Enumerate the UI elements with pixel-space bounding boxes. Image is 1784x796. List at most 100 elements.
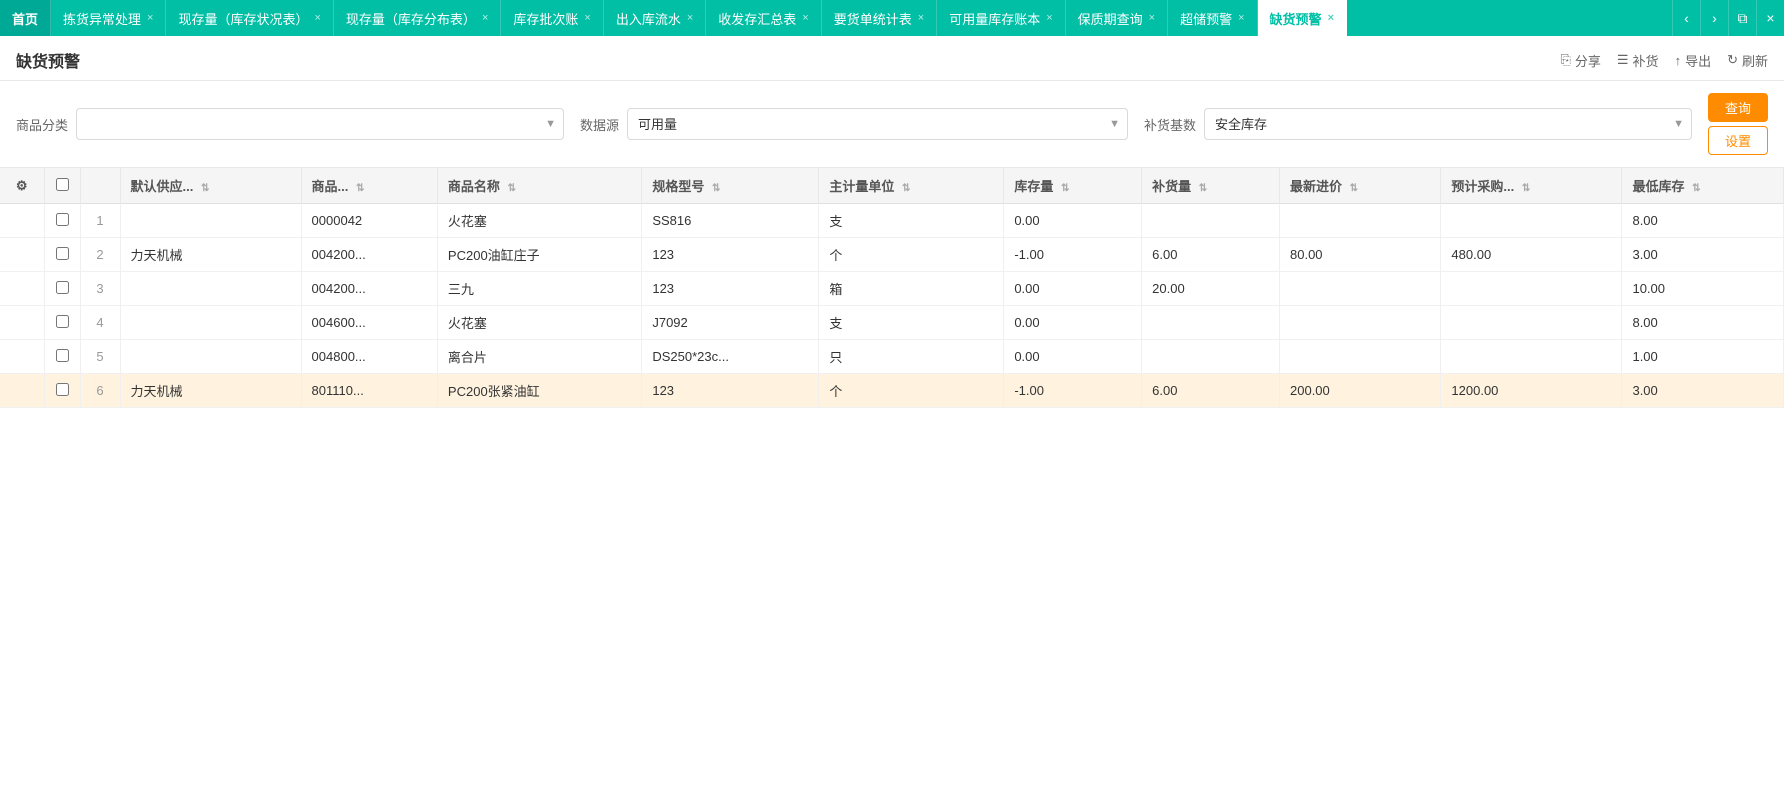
nav-arrow-right[interactable]: › <box>1700 0 1728 36</box>
row-unit-1: 个 <box>819 238 1004 272</box>
table-body: 1 0000042 火花塞 SS816 支 0.00 8.00 2 力天机械 0… <box>0 204 1784 408</box>
close-tab-5-icon[interactable]: × <box>687 12 693 24</box>
close-tab-8-icon[interactable]: × <box>1046 12 1052 24</box>
row-gear-4 <box>0 340 44 374</box>
th-unit[interactable]: 主计量单位 ⇅ <box>819 168 1004 204</box>
close-tab-2-icon[interactable]: × <box>314 12 320 24</box>
th-spec[interactable]: 规格型号 ⇅ <box>642 168 819 204</box>
nav-tab-2[interactable]: 现存量（库存状况表） × <box>166 0 333 36</box>
row-num-1: 2 <box>80 238 120 272</box>
page-title: 缺货预警 <box>16 48 1560 72</box>
replenish-base-filter: 补货基数 安全库存 ▼ <box>1144 108 1692 140</box>
sort-icon-supplier: ⇅ <box>201 183 209 194</box>
row-stock-4: 0.00 <box>1004 340 1142 374</box>
sort-icon-code: ⇅ <box>356 183 364 194</box>
row-checkbox-1[interactable] <box>56 247 69 260</box>
th-stock[interactable]: 库存量 ⇅ <box>1004 168 1142 204</box>
nav-tab-home[interactable]: 首页 <box>0 0 51 36</box>
nav-tab-5[interactable]: 出入库流水 × <box>604 0 706 36</box>
row-min-5: 3.00 <box>1622 374 1784 408</box>
nav-restore-btn[interactable]: ⧉ <box>1728 0 1756 36</box>
close-tab-4-icon[interactable]: × <box>584 12 590 24</box>
th-est-purchase[interactable]: 预计采购... ⇅ <box>1441 168 1622 204</box>
close-tab-10-icon[interactable]: × <box>1238 12 1244 24</box>
row-gear-1 <box>0 238 44 272</box>
category-select[interactable] <box>76 108 564 140</box>
share-icon: ⎘ <box>1560 52 1570 68</box>
share-button[interactable]: ⎘ 分享 <box>1560 51 1600 70</box>
select-all-checkbox[interactable] <box>56 178 69 191</box>
row-code-0: 0000042 <box>301 204 437 238</box>
row-price-3 <box>1280 306 1441 340</box>
row-est-2 <box>1441 272 1622 306</box>
row-price-4 <box>1280 340 1441 374</box>
search-button[interactable]: 查询 <box>1708 93 1768 122</box>
row-gear-3 <box>0 306 44 340</box>
row-min-3: 8.00 <box>1622 306 1784 340</box>
row-price-0 <box>1280 204 1441 238</box>
table-row: 4 004600... 火花塞 J7092 支 0.00 8.00 <box>0 306 1784 340</box>
nav-tab-8[interactable]: 可用量库存账本 × <box>937 0 1065 36</box>
close-tab-6-icon[interactable]: × <box>802 12 808 24</box>
sort-icon-spec: ⇅ <box>712 183 720 194</box>
nav-close-btn[interactable]: × <box>1756 0 1784 36</box>
th-replenish-qty[interactable]: 补货量 ⇅ <box>1142 168 1280 204</box>
nav-tab-3[interactable]: 现存量（库存分布表） × <box>334 0 501 36</box>
replenish-base-select[interactable]: 安全库存 <box>1204 108 1692 140</box>
row-code-2: 004200... <box>301 272 437 306</box>
header-actions: ⎘ 分享 ☰ 补货 ↑ 导出 ↻ 刷新 <box>1560 51 1768 70</box>
th-latest-price[interactable]: 最新进价 ⇅ <box>1280 168 1441 204</box>
row-supplier-2 <box>120 272 301 306</box>
row-spec-3: J7092 <box>642 306 819 340</box>
replenish-button[interactable]: ☰ 补货 <box>1617 51 1659 70</box>
th-default-supplier[interactable]: 默认供应... ⇅ <box>120 168 301 204</box>
row-checkbox-cell-4 <box>44 340 80 374</box>
close-tab-1-icon[interactable]: × <box>147 12 153 24</box>
row-name-3: 火花塞 <box>437 306 641 340</box>
row-num-2: 3 <box>80 272 120 306</box>
row-spec-2: 123 <box>642 272 819 306</box>
sort-icon-name: ⇅ <box>508 183 516 194</box>
row-checkbox-2[interactable] <box>56 281 69 294</box>
refresh-button[interactable]: ↻ 刷新 <box>1727 51 1768 70</box>
nav-arrow-left[interactable]: ‹ <box>1672 0 1700 36</box>
row-est-4 <box>1441 340 1622 374</box>
row-gear-2 <box>0 272 44 306</box>
nav-tab-1[interactable]: 拣货异常处理 × <box>51 0 166 36</box>
table-head: ⚙ 默认供应... ⇅ 商品... ⇅ <box>0 168 1784 204</box>
th-gear[interactable]: ⚙ <box>0 168 44 204</box>
row-name-4: 离合片 <box>437 340 641 374</box>
settings-button[interactable]: 设置 <box>1708 126 1768 155</box>
row-num-5: 6 <box>80 374 120 408</box>
main-content: 缺货预警 ⎘ 分享 ☰ 补货 ↑ 导出 ↻ 刷新 商品分类 <box>0 36 1784 796</box>
row-checkbox-cell-5 <box>44 374 80 408</box>
close-tab-9-icon[interactable]: × <box>1149 12 1155 24</box>
nav-tab-7[interactable]: 要货单统计表 × <box>822 0 937 36</box>
nav-tab-11[interactable]: 缺货预警 × <box>1258 0 1347 36</box>
nav-tab-6[interactable]: 收发存汇总表 × <box>706 0 821 36</box>
th-product-name[interactable]: 商品名称 ⇅ <box>437 168 641 204</box>
close-tab-11-icon[interactable]: × <box>1328 12 1334 24</box>
nav-tab-10[interactable]: 超储预警 × <box>1168 0 1257 36</box>
nav-tab-4[interactable]: 库存批次账 × <box>501 0 603 36</box>
row-checkbox-5[interactable] <box>56 383 69 396</box>
row-replenish-2: 20.00 <box>1142 272 1280 306</box>
row-est-3 <box>1441 306 1622 340</box>
th-min-stock[interactable]: 最低库存 ⇅ <box>1622 168 1784 204</box>
th-product-code[interactable]: 商品... ⇅ <box>301 168 437 204</box>
row-checkbox-4[interactable] <box>56 349 69 362</box>
export-button[interactable]: ↑ 导出 <box>1675 51 1712 70</box>
row-checkbox-3[interactable] <box>56 315 69 328</box>
datasource-select[interactable]: 可用量 <box>627 108 1128 140</box>
replenish-base-select-wrap: 安全库存 ▼ <box>1204 108 1692 140</box>
close-tab-3-icon[interactable]: × <box>482 12 488 24</box>
replenish-base-label: 补货基数 <box>1144 115 1196 134</box>
nav-tab-9[interactable]: 保质期查询 × <box>1066 0 1168 36</box>
refresh-icon: ↻ <box>1727 52 1738 68</box>
row-supplier-4 <box>120 340 301 374</box>
row-stock-5: -1.00 <box>1004 374 1142 408</box>
row-unit-3: 支 <box>819 306 1004 340</box>
row-checkbox-0[interactable] <box>56 213 69 226</box>
close-tab-7-icon[interactable]: × <box>918 12 924 24</box>
export-icon: ↑ <box>1675 53 1682 68</box>
